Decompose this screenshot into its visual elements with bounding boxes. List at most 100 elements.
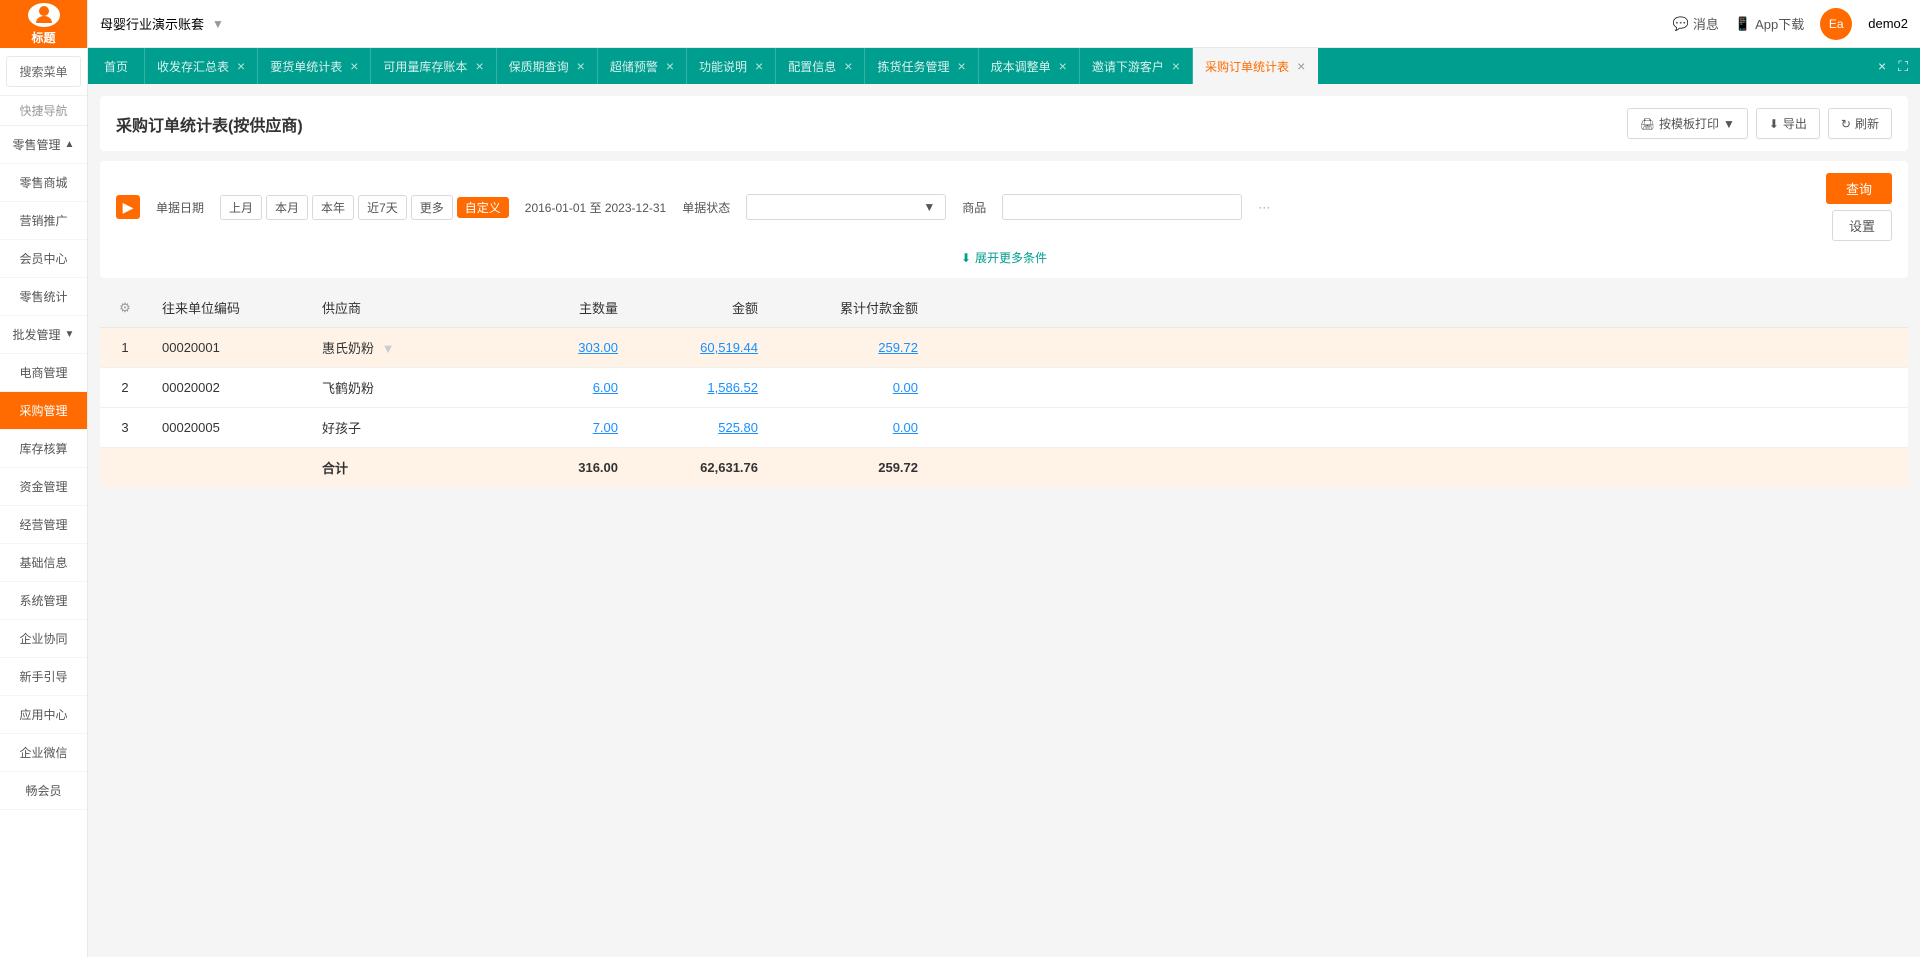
this-month-button[interactable]: 本月 (266, 195, 308, 220)
username-abbrev: Ea (1829, 17, 1844, 31)
filter-toggle-button[interactable]: ▶ (116, 195, 140, 219)
tab-label: 邀请下游客户 (1092, 58, 1164, 75)
sidebar-item-retail-stats[interactable]: 零售统计 (0, 278, 87, 316)
sidebar-item-system[interactable]: 系统管理 (0, 582, 87, 620)
col-settings: ⚙ (100, 288, 150, 328)
sidebar-item-guide[interactable]: 新手引导 (0, 658, 87, 696)
row-amount[interactable]: 60,519.44 (630, 328, 770, 368)
tab-overstock[interactable]: 超储预警 × (598, 48, 687, 84)
row-amount[interactable]: 1,586.52 (630, 368, 770, 408)
tab-close-icon[interactable]: × (577, 59, 585, 73)
row-qty[interactable]: 6.00 (510, 368, 630, 408)
tab-close-icon[interactable]: × (666, 59, 674, 73)
export-button[interactable]: ⬇ 导出 (1756, 108, 1820, 139)
sidebar-item-finance[interactable]: 资金管理 (0, 468, 87, 506)
print-icon: 🖨 (1640, 117, 1655, 131)
sidebar-item-member[interactable]: 会员中心 (0, 240, 87, 278)
date-range-text: 2016-01-01 至 2023-12-31 (525, 199, 666, 216)
sidebar-item-purchase[interactable]: 采购管理 (0, 392, 87, 430)
last-7days-button[interactable]: 近7天 (358, 195, 407, 220)
template-print-button[interactable]: 🖨 按模板打印 ▼ (1627, 108, 1748, 139)
tab-close-icon[interactable]: × (1172, 59, 1180, 73)
row-paid[interactable]: 0.00 (770, 408, 930, 448)
more-options-icon[interactable]: ··· (1258, 200, 1270, 214)
tab-maximize-icon[interactable]: ⛶ (1894, 56, 1912, 77)
last-month-button[interactable]: 上月 (220, 195, 262, 220)
filter-expand-row: ⬇ 展开更多条件 (116, 249, 1892, 266)
tab-close-icon[interactable]: × (350, 59, 358, 73)
row-paid[interactable]: 0.00 (770, 368, 930, 408)
status-filter-label: 单据状态 (682, 199, 730, 216)
search-menu-button[interactable]: 搜索菜单 (6, 56, 81, 87)
this-year-button[interactable]: 本年 (312, 195, 354, 220)
row-paid[interactable]: 259.72 (770, 328, 930, 368)
tab-receive-summary[interactable]: 收发存汇总表 × (145, 48, 258, 84)
tab-close-icon[interactable]: × (844, 59, 852, 73)
sidebar-item-ecommerce[interactable]: 电商管理 (0, 354, 87, 392)
tab-expiry[interactable]: 保质期查询 × (497, 48, 598, 84)
tab-label: 要货单统计表 (270, 58, 342, 75)
sidebar-item-enterprise-collab[interactable]: 企业协同 (0, 620, 87, 658)
sidebar: 标题 搜索菜单 快捷导航 零售管理 ▲ 零售商城 营销推广 会员中心 零售统计 … (0, 0, 88, 957)
tab-feature-desc[interactable]: 功能说明 × (687, 48, 776, 84)
sidebar-item-label: 库存核算 (19, 440, 67, 457)
tab-cost-adjust[interactable]: 成本调整单 × (979, 48, 1080, 84)
tab-available-stock[interactable]: 可用量库存账本 × (371, 48, 496, 84)
row-seq: 3 (100, 408, 150, 448)
query-button[interactable]: 查询 (1826, 173, 1892, 204)
sidebar-item-label: 采购管理 (19, 402, 67, 419)
status-select[interactable]: ▼ (746, 194, 946, 220)
row-qty[interactable]: 303.00 (510, 328, 630, 368)
username-label[interactable]: demo2 (1868, 16, 1908, 31)
tab-close-icon[interactable]: × (957, 59, 965, 73)
tab-home[interactable]: 首页 (88, 48, 145, 84)
sidebar-item-label: 会员中心 (19, 250, 67, 267)
tab-close-icon[interactable]: × (1059, 59, 1067, 73)
app-download-button[interactable]: 📱 App下载 (1735, 14, 1804, 33)
row-qty[interactable]: 7.00 (510, 408, 630, 448)
tab-close-all-icon[interactable]: × (1874, 56, 1890, 76)
row-amount[interactable]: 525.80 (630, 408, 770, 448)
row-seq: 1 (100, 328, 150, 368)
sidebar-item-app-center[interactable]: 应用中心 (0, 696, 87, 734)
sidebar-item-enterprise-wechat[interactable]: 企业微信 (0, 734, 87, 772)
export-label: 导出 (1783, 115, 1807, 132)
expand-conditions-button[interactable]: ⬇ 展开更多条件 (961, 249, 1047, 266)
goods-input[interactable] (1002, 194, 1242, 220)
message-button[interactable]: 💬 消息 (1673, 14, 1719, 33)
sidebar-item-marketing[interactable]: 营销推广 (0, 202, 87, 240)
col-extra (930, 288, 1908, 328)
sidebar-item-retail-mall[interactable]: 零售商城 (0, 164, 87, 202)
tab-purchase-order-stats[interactable]: 采购订单统计表 × (1193, 48, 1318, 84)
footer-label: 合计 (310, 448, 510, 488)
tab-close-icon[interactable]: × (1297, 59, 1305, 73)
tab-pick-task[interactable]: 拣货任务管理 × (865, 48, 978, 84)
sidebar-item-operations[interactable]: 经营管理 (0, 506, 87, 544)
column-settings-icon[interactable]: ⚙ (119, 300, 131, 315)
message-label: 消息 (1693, 14, 1719, 33)
dropdown-arrow-icon[interactable]: ▼ (212, 17, 224, 31)
content-area: 采购订单统计表(按供应商) 🖨 按模板打印 ▼ ⬇ 导出 ↻ 刷新 (88, 84, 1920, 957)
tab-invite-customer[interactable]: 邀请下游客户 × (1080, 48, 1193, 84)
sidebar-item-wholesale[interactable]: 批发管理 ▼ (0, 316, 87, 354)
tab-label: 可用量库存账本 (383, 58, 467, 75)
refresh-button[interactable]: ↻ 刷新 (1828, 108, 1892, 139)
tab-close-icon[interactable]: × (475, 59, 483, 73)
more-date-button[interactable]: 更多 (411, 195, 453, 220)
col-supplier-header: 供应商 (310, 288, 510, 328)
tab-close-icon[interactable]: × (237, 59, 245, 73)
settings-button[interactable]: 设置 (1832, 210, 1892, 241)
user-avatar[interactable]: Ea (1820, 8, 1852, 40)
sidebar-item-retail-mgmt[interactable]: 零售管理 ▲ (0, 126, 87, 164)
sidebar-item-basic-info[interactable]: 基础信息 (0, 544, 87, 582)
row-expand-icon[interactable]: ▼ (382, 341, 395, 356)
sidebar-item-label: 零售商城 (19, 174, 67, 191)
tab-config[interactable]: 配置信息 × (776, 48, 865, 84)
quick-nav-title[interactable]: 快捷导航 (0, 96, 87, 126)
tab-order-stats[interactable]: 要货单统计表 × (258, 48, 371, 84)
sidebar-item-member-vip[interactable]: 畅会员 (0, 772, 87, 810)
sidebar-item-inventory[interactable]: 库存核算 (0, 430, 87, 468)
app-icon: 📱 (1735, 16, 1751, 32)
tab-close-icon[interactable]: × (755, 59, 763, 73)
row-supplier: 惠氏奶粉 ▼ (310, 328, 510, 368)
